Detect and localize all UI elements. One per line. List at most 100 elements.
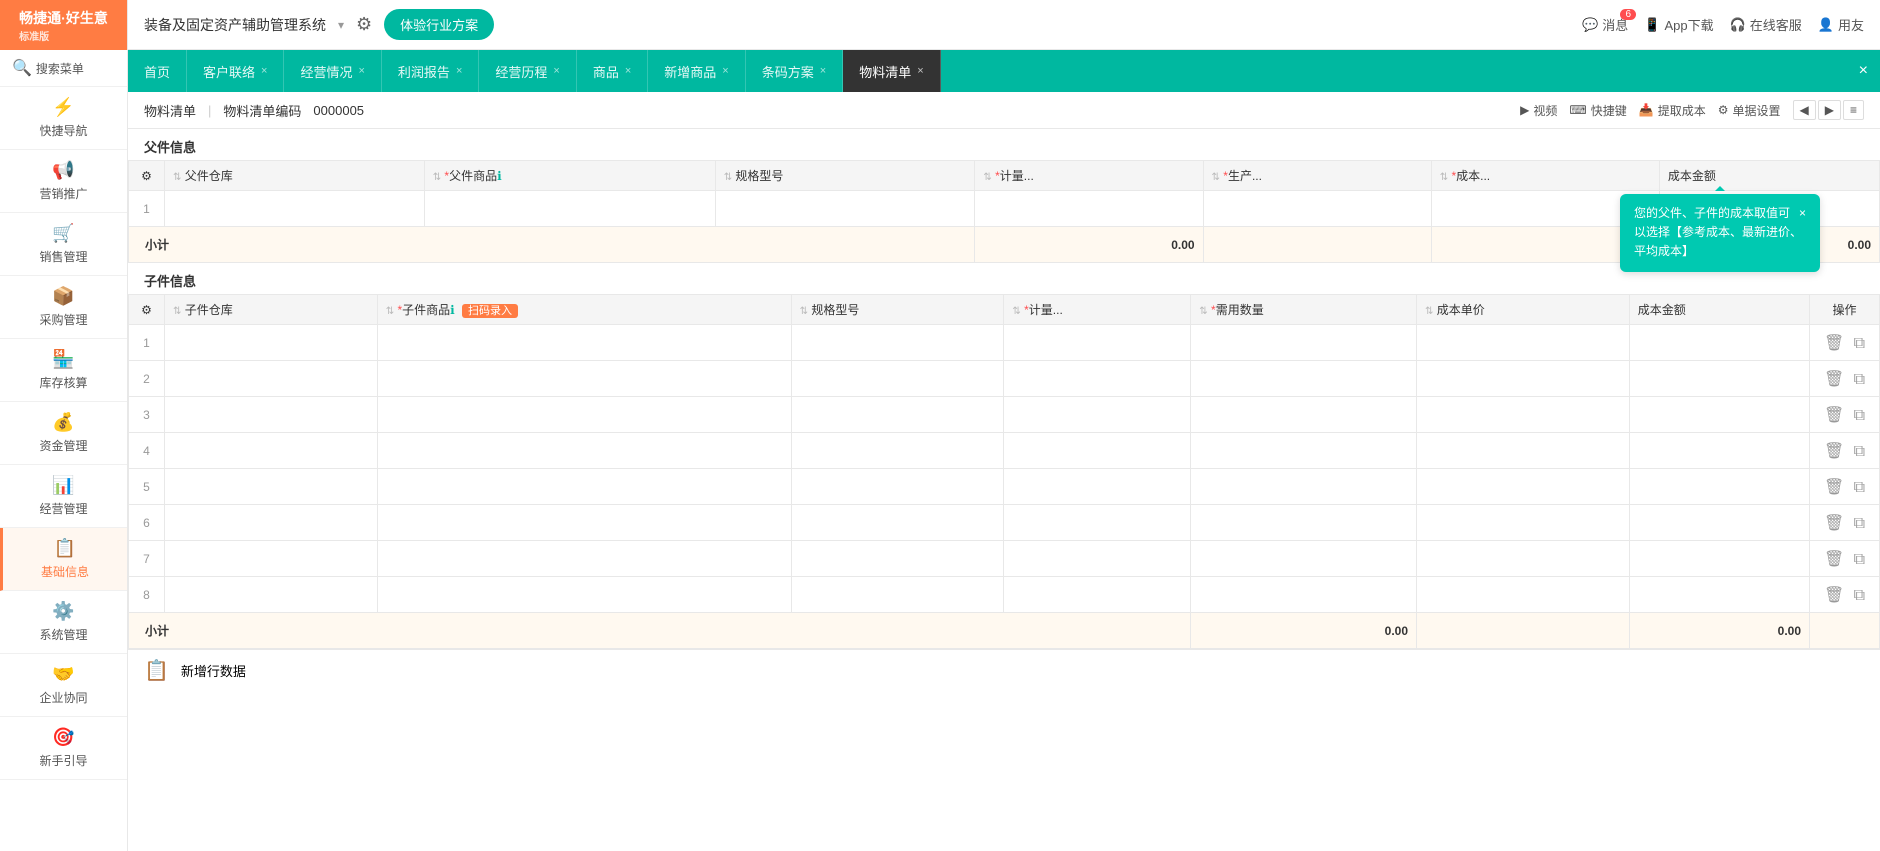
tab-goods-close[interactable]: × (625, 65, 631, 77)
child-row-cost-amount[interactable] (1629, 361, 1809, 397)
child-row-warehouse[interactable] (165, 505, 378, 541)
sidebar-item-purchase[interactable]: 📦 采购管理 (0, 276, 127, 339)
sort-icon[interactable]: ⇅ (724, 172, 732, 183)
view-button[interactable]: ▶ 视频 (1520, 102, 1557, 119)
child-row-spec[interactable] (791, 577, 1004, 613)
child-row-needed-qty[interactable] (1191, 325, 1417, 361)
child-row-spec[interactable] (791, 469, 1004, 505)
child-row-warehouse[interactable] (165, 433, 378, 469)
delete-row-button[interactable]: 🗑 (1821, 369, 1847, 389)
child-row-needed-qty[interactable] (1191, 505, 1417, 541)
child-row-quantity[interactable] (1004, 505, 1191, 541)
child-row-quantity[interactable] (1004, 577, 1191, 613)
add-row-icon[interactable]: 📋 (144, 658, 169, 683)
parent-row1-spec[interactable] (715, 191, 975, 227)
child-row-spec[interactable] (791, 541, 1004, 577)
child-row-spec[interactable] (791, 433, 1004, 469)
child-row-unit-cost[interactable] (1417, 505, 1630, 541)
child-row-warehouse[interactable] (165, 361, 378, 397)
sort-icon[interactable]: ⇅ (800, 306, 808, 317)
add-row-label[interactable]: 新增行数据 (181, 661, 246, 680)
parent-row1-quantity[interactable] (975, 191, 1203, 227)
child-row-unit-cost[interactable] (1417, 361, 1630, 397)
sidebar-item-quick-nav[interactable]: ⚡ 快捷导航 (0, 87, 127, 150)
copy-row-button[interactable]: ⧉ (1851, 479, 1868, 497)
scan-badge[interactable]: 扫码录入 (462, 304, 518, 318)
child-row-quantity[interactable] (1004, 469, 1191, 505)
tooltip-close-button[interactable]: × (1799, 204, 1806, 223)
copy-row-button[interactable]: ⧉ (1851, 335, 1868, 353)
child-row-unit-cost[interactable] (1417, 397, 1630, 433)
copy-row-button[interactable]: ⧉ (1851, 443, 1868, 461)
child-row-warehouse[interactable] (165, 577, 378, 613)
child-col-settings[interactable]: ⚙ (129, 295, 165, 325)
sort-icon[interactable]: ⇅ (1012, 306, 1020, 317)
tab-material-list-close[interactable]: × (917, 65, 923, 77)
delete-row-button[interactable]: 🗑 (1821, 513, 1847, 533)
child-row-warehouse[interactable] (165, 325, 378, 361)
copy-row-button[interactable]: ⧉ (1851, 515, 1868, 533)
child-row-product[interactable] (377, 577, 791, 613)
child-row-cost-amount[interactable] (1629, 469, 1809, 505)
sort-icon[interactable]: ⇅ (173, 172, 181, 183)
parent-col-settings[interactable]: ⚙ (129, 161, 165, 191)
child-row-needed-qty[interactable] (1191, 433, 1417, 469)
sort-icon[interactable]: ⇅ (1199, 306, 1207, 317)
delete-row-button[interactable]: 🗑 (1821, 405, 1847, 425)
parent-row1-warehouse[interactable] (165, 191, 425, 227)
tab-profit-report-close[interactable]: × (456, 65, 462, 77)
sidebar-item-system[interactable]: ⚙️ 系统管理 (0, 591, 127, 654)
delete-row-button[interactable]: 🗑 (1821, 549, 1847, 569)
extract-cost-button[interactable]: 📥 提取成本 (1639, 102, 1706, 119)
delete-row-button[interactable]: 🗑 (1821, 441, 1847, 461)
sort-icon[interactable]: ⇅ (983, 172, 991, 183)
child-row-product[interactable] (377, 433, 791, 469)
sidebar-item-sales[interactable]: 🛒 销售管理 (0, 213, 127, 276)
child-row-product[interactable] (377, 505, 791, 541)
tab-barcode[interactable]: 条码方案 × (746, 50, 843, 92)
child-row-cost-amount[interactable] (1629, 505, 1809, 541)
sidebar-item-enterprise[interactable]: 🤝 企业协同 (0, 654, 127, 717)
child-row-product[interactable] (377, 361, 791, 397)
child-row-product[interactable] (377, 469, 791, 505)
topbar-dropdown-arrow[interactable]: ▾ (338, 18, 344, 32)
tab-barcode-close[interactable]: × (820, 65, 826, 77)
parent-row1-product[interactable] (424, 191, 715, 227)
sidebar-item-inventory[interactable]: 🏪 库存核算 (0, 339, 127, 402)
tab-ops-history[interactable]: 经营历程 × (479, 50, 576, 92)
sidebar-item-operations[interactable]: 📊 经营管理 (0, 465, 127, 528)
sidebar-item-guide[interactable]: 🎯 新手引导 (0, 717, 127, 780)
tab-customer-close[interactable]: × (261, 65, 267, 77)
delete-row-button[interactable]: 🗑 (1821, 585, 1847, 605)
parent-row1-production[interactable] (1203, 191, 1431, 227)
sidebar-item-finance[interactable]: 💰 资金管理 (0, 402, 127, 465)
tab-home[interactable]: 首页 (128, 50, 187, 92)
child-row-cost-amount[interactable] (1629, 325, 1809, 361)
tab-new-goods-close[interactable]: × (722, 65, 728, 77)
sort-icon[interactable]: ⇅ (433, 172, 441, 183)
sort-icon[interactable]: ⇅ (386, 306, 394, 317)
child-row-needed-qty[interactable] (1191, 577, 1417, 613)
shortcut-button[interactable]: ⌨ 快捷键 (1569, 102, 1626, 119)
child-row-needed-qty[interactable] (1191, 541, 1417, 577)
tab-ops-history-close[interactable]: × (553, 65, 559, 77)
nav-menu-button[interactable]: ≡ (1843, 100, 1864, 120)
app-download-button[interactable]: 📱 App下载 (1644, 15, 1713, 34)
copy-row-button[interactable]: ⧉ (1851, 551, 1868, 569)
child-row-product[interactable] (377, 397, 791, 433)
child-row-quantity[interactable] (1004, 397, 1191, 433)
close-all-tabs-button[interactable]: × (1847, 62, 1880, 80)
nav-prev-button[interactable]: ◀ (1793, 100, 1816, 120)
sort-icon[interactable]: ⇅ (1440, 172, 1448, 183)
child-row-unit-cost[interactable] (1417, 541, 1630, 577)
child-row-unit-cost[interactable] (1417, 469, 1630, 505)
sort-icon[interactable]: ⇅ (1425, 306, 1433, 317)
sidebar-item-basic-info[interactable]: 📋 基础信息 (0, 528, 127, 591)
child-row-spec[interactable] (791, 325, 1004, 361)
nav-next-button[interactable]: ▶ (1818, 100, 1841, 120)
trial-button[interactable]: 体验行业方案 (384, 9, 494, 40)
child-row-unit-cost[interactable] (1417, 325, 1630, 361)
child-row-product[interactable] (377, 541, 791, 577)
sidebar-item-search[interactable]: 🔍 搜索菜单 (0, 50, 127, 87)
sort-icon[interactable]: ⇅ (173, 306, 181, 317)
